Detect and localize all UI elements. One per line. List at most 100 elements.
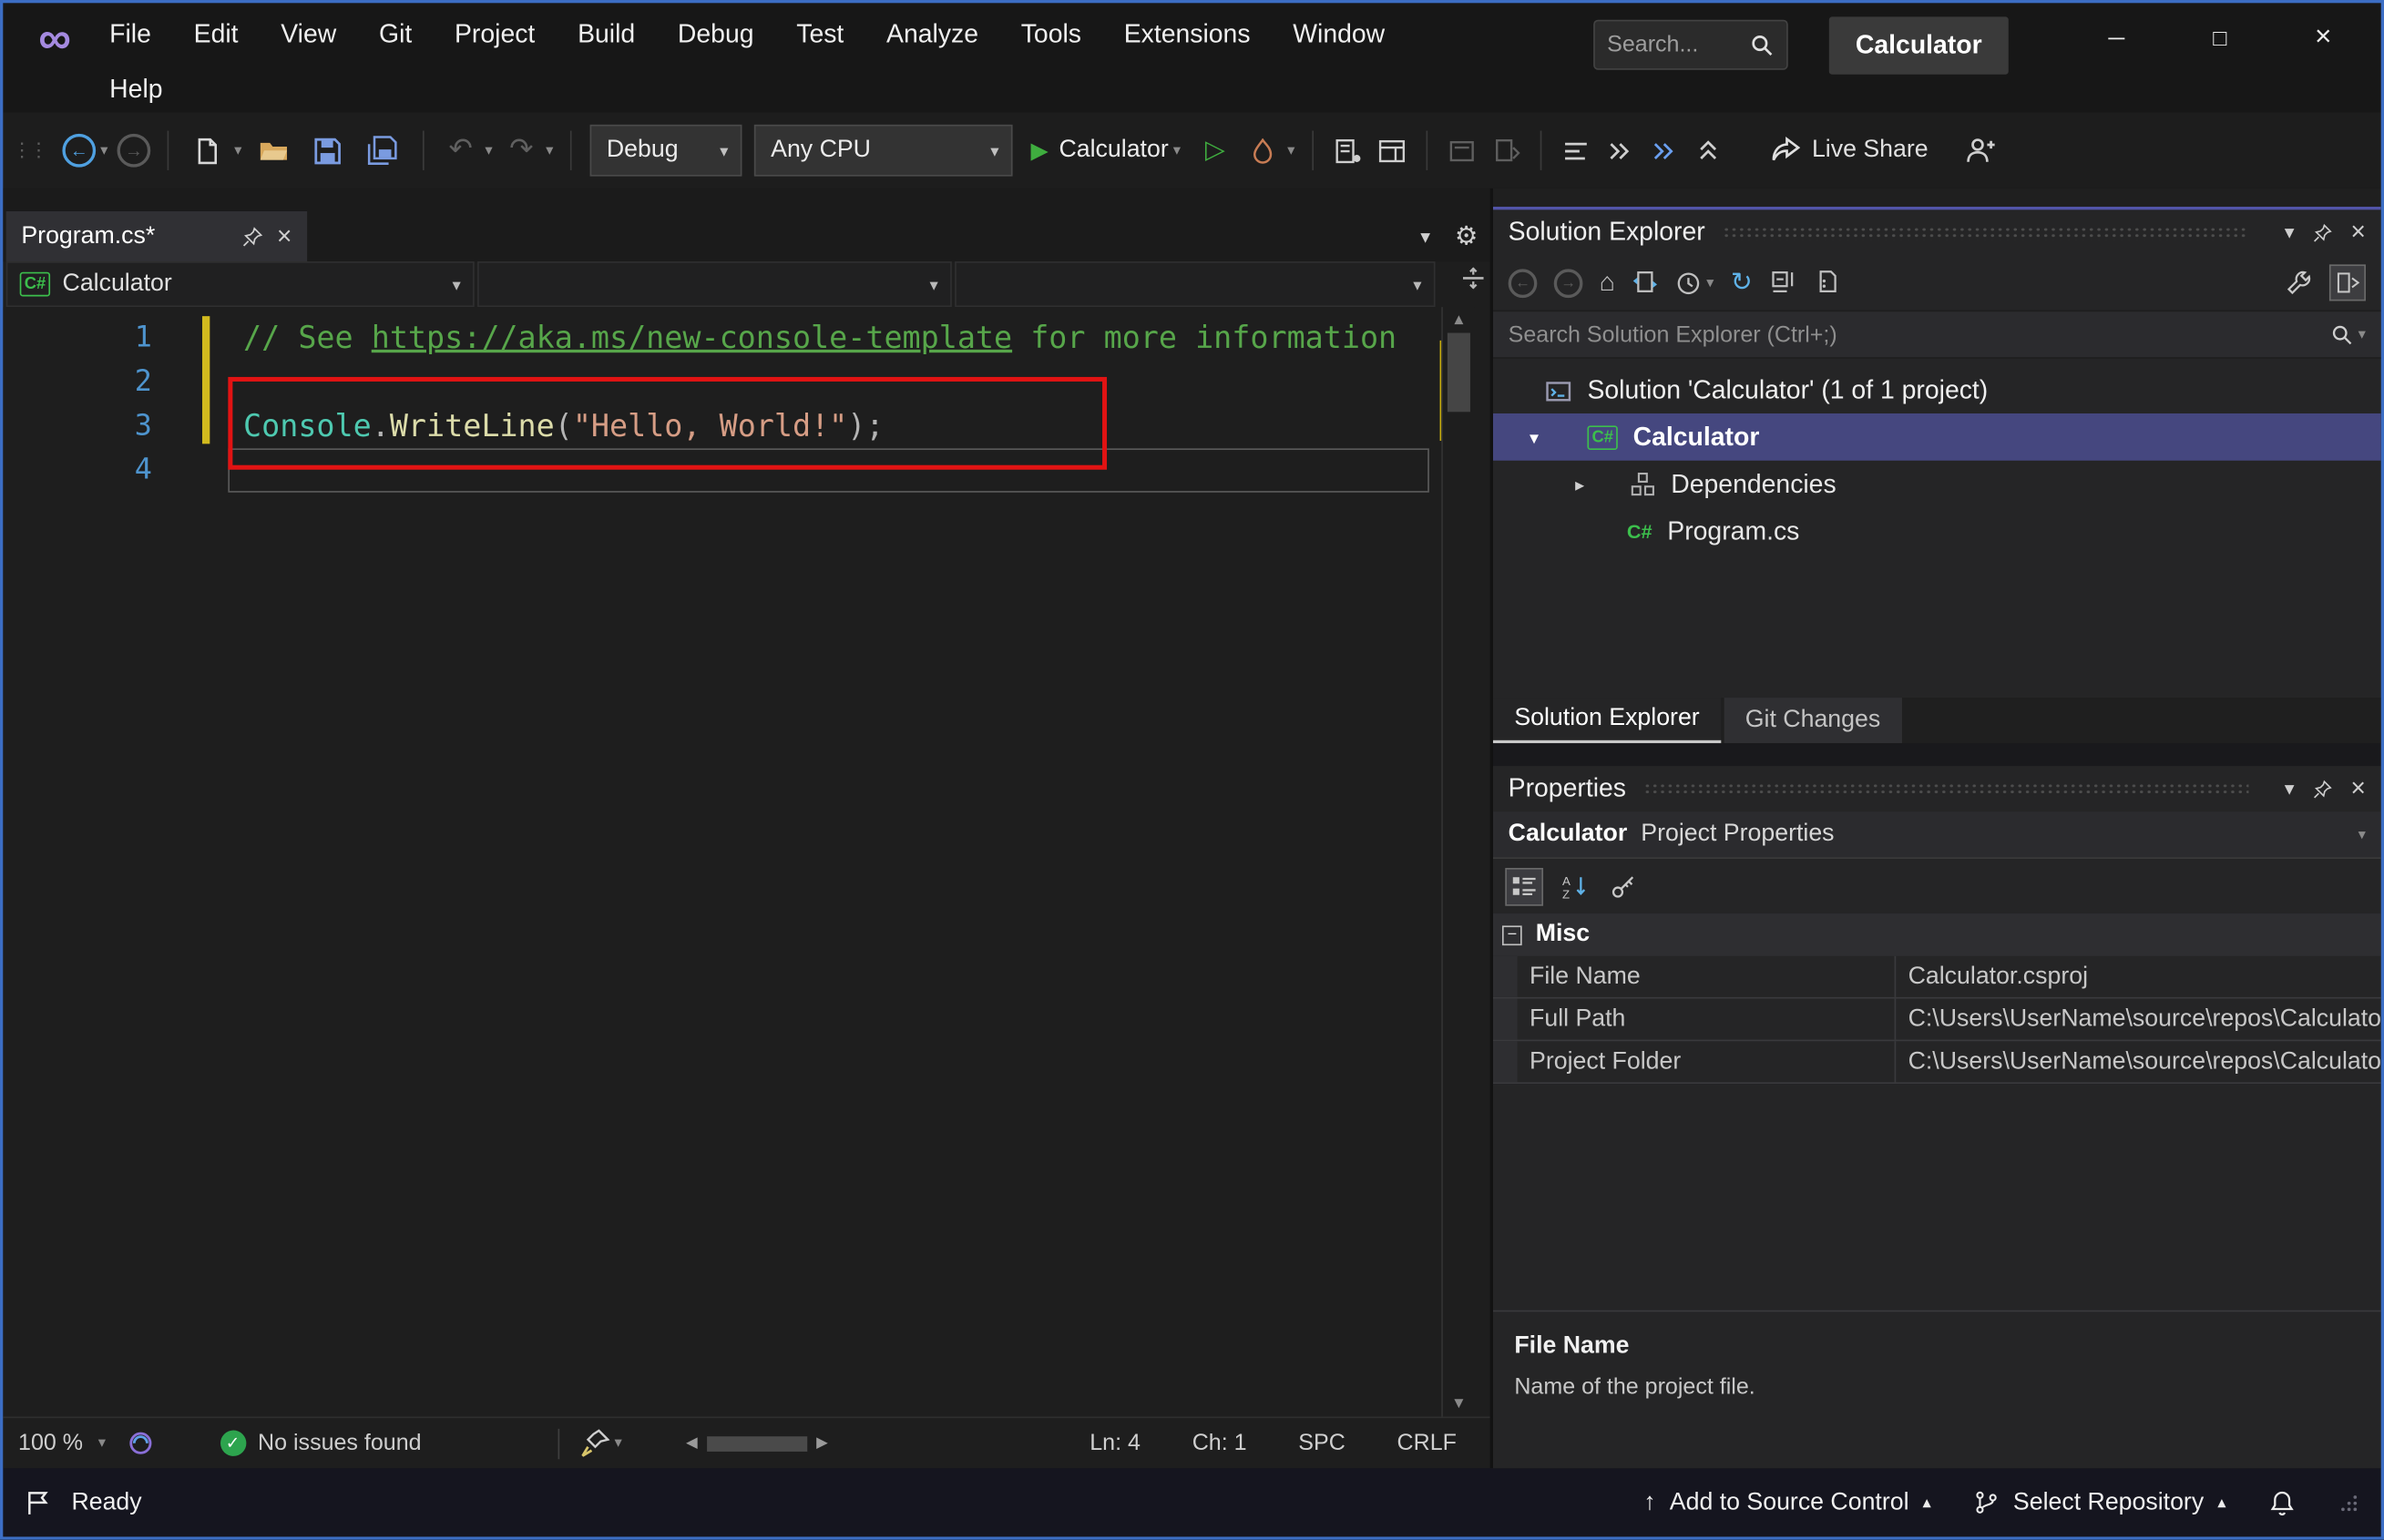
menu-build[interactable]: Build [557, 3, 657, 66]
tree-collapsed-icon[interactable]: ▸ [1575, 474, 1584, 495]
home-icon[interactable]: ⌂ [1600, 268, 1615, 298]
code-cleanup-broom-icon[interactable] [581, 1429, 610, 1458]
open-file-button[interactable] [251, 136, 296, 166]
spaces-indicator[interactable]: SPC [1298, 1431, 1345, 1456]
hot-reload-button[interactable]: ▾ [1242, 138, 1294, 163]
show-all-files-icon[interactable] [1333, 136, 1362, 165]
tab-solution-explorer[interactable]: Solution Explorer [1492, 698, 1722, 744]
indent-chevrons-icon-3[interactable] [1693, 136, 1723, 165]
show-all-files-icon[interactable] [1813, 269, 1840, 296]
comment-link[interactable]: https://aka.ms/new-console-template [372, 319, 1012, 355]
horizontal-scrollbar-thumb[interactable] [706, 1435, 808, 1452]
menu-test[interactable]: Test [775, 3, 865, 66]
column-indicator[interactable]: Ch: 1 [1192, 1431, 1247, 1456]
menu-help[interactable]: Help [88, 66, 184, 112]
collapse-category-icon[interactable]: − [1501, 924, 1522, 945]
panel-drag-grip[interactable] [1723, 225, 2248, 240]
type-dropdown[interactable]: ▾ [477, 261, 952, 308]
property-pages-key-icon[interactable] [1605, 869, 1640, 903]
maximize-button[interactable]: □ [2168, 3, 2271, 73]
horizontal-scrollbar[interactable]: ◀ ▶ [686, 1435, 828, 1452]
document-health-icon[interactable] [127, 1431, 152, 1456]
property-value[interactable]: Calculator.csproj [1896, 956, 2380, 997]
menu-window[interactable]: Window [1272, 3, 1407, 66]
add-to-source-control-button[interactable]: ↑ Add to Source Control ▴ [1643, 1489, 1930, 1516]
property-row-file-name[interactable]: File Name Calculator.csproj [1492, 955, 2381, 999]
close-tab-icon[interactable]: × [277, 221, 292, 251]
category-row-misc[interactable]: − Misc [1492, 913, 2381, 956]
chevron-down-icon[interactable]: ▾ [615, 1435, 622, 1452]
property-value[interactable]: C:\Users\UserName\source\repos\Calculato… [1896, 999, 2381, 1040]
close-button[interactable]: × [2272, 3, 2375, 73]
line-indicator[interactable]: Ln: 4 [1090, 1431, 1141, 1456]
save-all-button[interactable] [359, 135, 406, 167]
scroll-down-icon[interactable]: ▼ [1443, 1395, 1475, 1412]
line-ending-indicator[interactable]: CRLF [1397, 1431, 1457, 1456]
toolbar-drag-handle[interactable]: ⋮⋮ [12, 138, 48, 163]
window-resize-grip[interactable] [2338, 1492, 2359, 1513]
menu-project[interactable]: Project [434, 3, 557, 66]
panel-drag-grip[interactable] [1644, 781, 2248, 796]
background-tasks-flag-icon[interactable] [25, 1489, 52, 1516]
menu-view[interactable]: View [260, 3, 358, 66]
project-dropdown[interactable]: C# Calculator ▾ [5, 261, 475, 308]
vertical-scrollbar[interactable]: ▲ ▼ [1441, 307, 1475, 1417]
new-file-button[interactable]: ▾ [186, 136, 241, 165]
line-list-icon[interactable] [1561, 136, 1591, 165]
window-layout-icon[interactable] [1377, 136, 1407, 165]
menu-file[interactable]: File [88, 3, 172, 66]
tree-row-dependencies[interactable]: ▸ Dependencies [1493, 461, 2381, 508]
tree-row-program-cs[interactable]: C# Program.cs [1493, 507, 2381, 555]
start-without-debugging-button[interactable]: ▷ [1205, 136, 1225, 166]
live-share-button[interactable]: Live Share [1769, 136, 1929, 166]
solution-configuration-dropdown[interactable]: Debug ▾ [589, 124, 742, 177]
preview-selected-items-toggle[interactable] [2328, 264, 2366, 301]
close-panel-icon[interactable]: × [2350, 774, 2366, 804]
select-repository-button[interactable]: Select Repository ▴ [1974, 1489, 2225, 1516]
undo-button[interactable]: ↶ ▾ [441, 135, 492, 166]
sync-with-active-document-icon[interactable] [1632, 269, 1659, 296]
scroll-right-icon[interactable]: ▶ [816, 1435, 828, 1452]
issues-status-text[interactable]: No issues found [258, 1431, 422, 1456]
feedback-person-icon[interactable] [1965, 136, 1996, 166]
properties-wrench-icon[interactable] [2286, 269, 2313, 296]
scroll-left-icon[interactable]: ◀ [686, 1435, 698, 1452]
categorized-view-button[interactable] [1505, 867, 1544, 905]
navigate-backward-button[interactable]: ← ▾ [62, 133, 108, 168]
collapse-all-icon[interactable] [1769, 269, 1796, 296]
tree-row-solution[interactable]: Solution 'Calculator' (1 of 1 project) [1493, 366, 2381, 413]
navigate-forward-button[interactable]: → [117, 133, 151, 168]
minimize-button[interactable]: ─ [2065, 3, 2168, 73]
tab-git-changes[interactable]: Git Changes [1724, 698, 1902, 744]
se-back-icon[interactable]: ← [1508, 268, 1538, 298]
selected-object-dropdown[interactable]: Calculator Project Properties ▾ [1492, 811, 2381, 859]
pin-icon[interactable] [2313, 223, 2333, 243]
menu-analyze[interactable]: Analyze [865, 3, 1000, 66]
property-value[interactable]: C:\Users\UserName\source\repos\Calculato… [1896, 1041, 2381, 1082]
tree-expanded-icon[interactable]: ▾ [1530, 426, 1539, 447]
window-position-chevron-icon[interactable]: ▾ [2285, 777, 2295, 801]
close-panel-icon[interactable]: × [2350, 218, 2366, 248]
toolbar-extra-icon-2[interactable] [1491, 136, 1520, 165]
menu-edit[interactable]: Edit [172, 3, 260, 66]
property-row-project-folder[interactable]: Project Folder C:\Users\UserName\source\… [1492, 1041, 2381, 1085]
code-editor[interactable]: 1 // See https://aka.ms/new-console-temp… [3, 307, 1490, 1417]
menu-extensions[interactable]: Extensions [1102, 3, 1272, 66]
editor-options-gear-icon[interactable]: ⚙ [1455, 222, 1478, 252]
menu-git[interactable]: Git [358, 3, 434, 66]
chevron-down-icon[interactable]: ▾ [2358, 326, 2366, 342]
property-row-full-path[interactable]: Full Path C:\Users\UserName\source\repos… [1492, 998, 2381, 1042]
refresh-icon[interactable]: ↻ [1731, 268, 1753, 298]
zoom-dropdown[interactable]: 100 % ▾ [18, 1431, 106, 1456]
menu-debug[interactable]: Debug [657, 3, 775, 66]
solution-platform-dropdown[interactable]: Any CPU ▾ [753, 124, 1013, 177]
pin-icon[interactable] [2313, 779, 2333, 799]
window-position-chevron-icon[interactable]: ▾ [2285, 220, 2295, 245]
document-list-chevron-icon[interactable]: ▾ [1420, 225, 1430, 250]
se-forward-icon[interactable]: → [1553, 268, 1583, 298]
member-dropdown[interactable]: ▾ [955, 261, 1436, 308]
document-tab-program-cs[interactable]: Program.cs* × [5, 210, 308, 262]
indent-chevrons-icon-1[interactable] [1605, 136, 1634, 165]
notifications-bell-icon[interactable] [2268, 1489, 2296, 1516]
split-window-button[interactable] [1459, 264, 1487, 291]
